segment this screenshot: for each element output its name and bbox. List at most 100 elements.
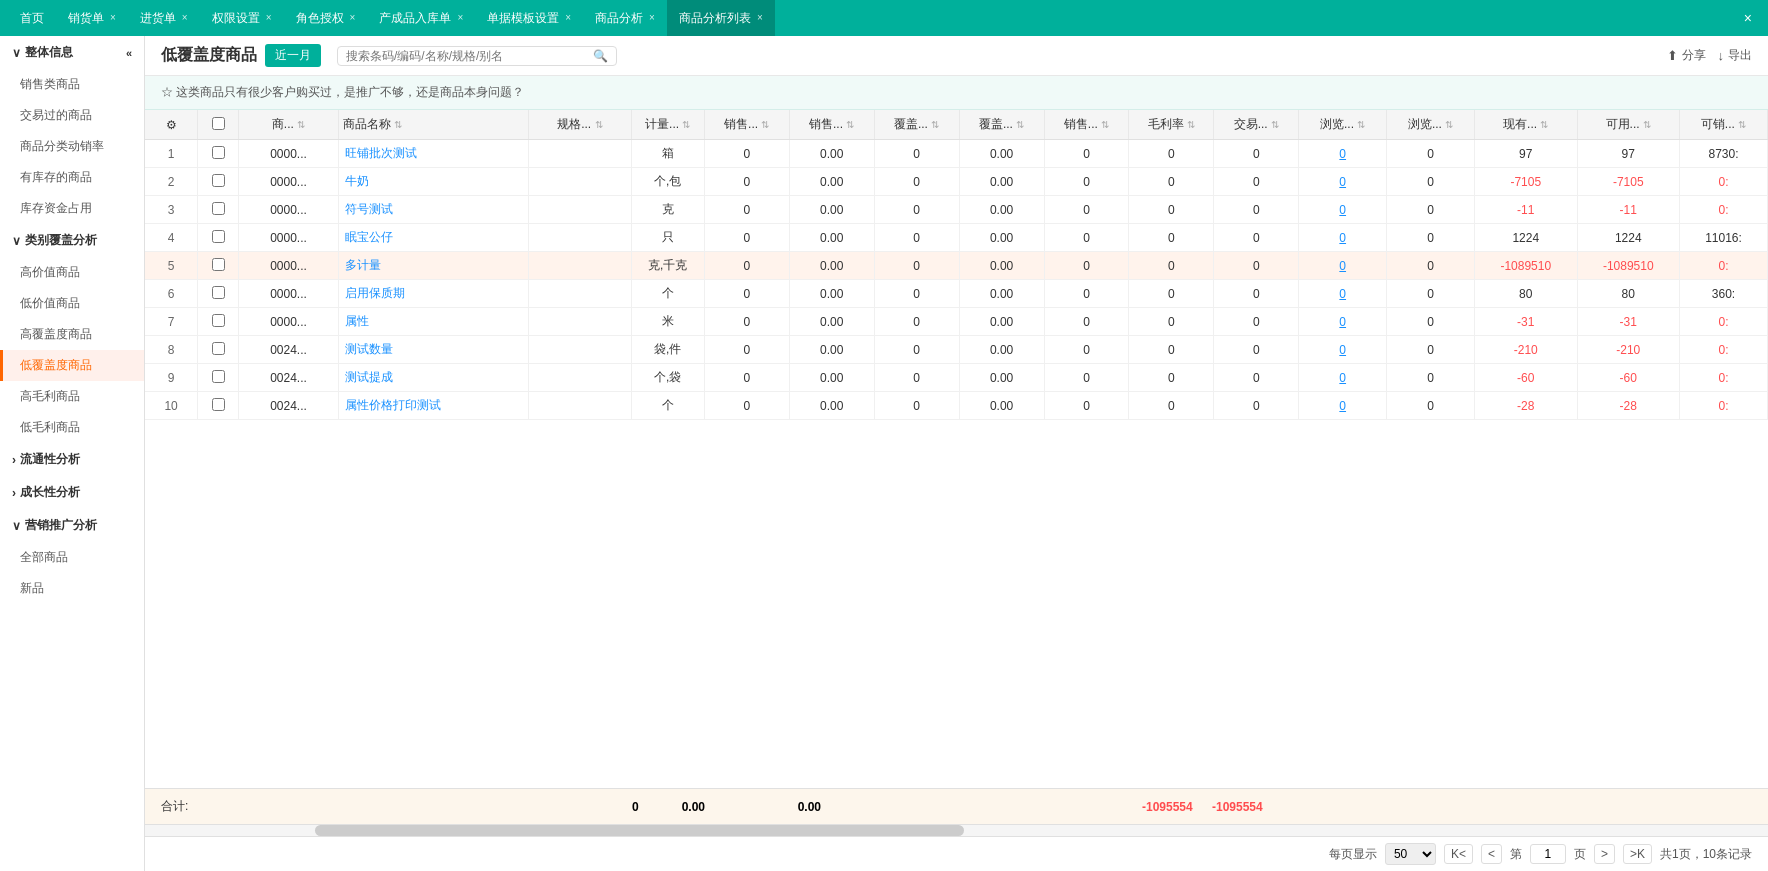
th-cov2[interactable]: 覆盖... ⇅: [959, 110, 1044, 140]
row-name[interactable]: 眠宝公仔: [338, 224, 528, 252]
sidebar-section-overall[interactable]: ∨ 整体信息 «: [0, 36, 144, 69]
row-checkbox[interactable]: [212, 370, 225, 383]
nav-close-sales[interactable]: ×: [110, 0, 116, 36]
sidebar-item-all-goods[interactable]: 全部商品: [0, 542, 144, 573]
row-browse1[interactable]: 0: [1299, 224, 1387, 252]
th-sale3[interactable]: 销售... ⇅: [1044, 110, 1129, 140]
nav-products[interactable]: 产成品入库单 ×: [367, 0, 475, 36]
th-unit[interactable]: 计量... ⇅: [631, 110, 704, 140]
row-name[interactable]: 属性价格打印测试: [338, 392, 528, 420]
sidebar-item-low-profit[interactable]: 低毛利商品: [0, 412, 144, 443]
sidebar-collapse-icon[interactable]: «: [126, 47, 132, 59]
th-sale-amt[interactable]: 销售... ⇅: [789, 110, 874, 140]
nav-close-purchase[interactable]: ×: [182, 0, 188, 36]
sidebar-item-traded[interactable]: 交易过的商品: [0, 100, 144, 131]
row-name[interactable]: 多计量: [338, 252, 528, 280]
row-name[interactable]: 测试数量: [338, 336, 528, 364]
row-name[interactable]: 测试提成: [338, 364, 528, 392]
sidebar-section-flow[interactable]: › 流通性分析: [0, 443, 144, 476]
nav-close-goods-analysis-list[interactable]: ×: [757, 0, 763, 36]
th-code[interactable]: 商... ⇅: [239, 110, 339, 140]
row-checkbox[interactable]: [212, 258, 225, 271]
first-page-button[interactable]: K<: [1444, 844, 1473, 864]
th-check[interactable]: [198, 110, 239, 140]
sidebar-item-dynamic[interactable]: 商品分类动销率: [0, 131, 144, 162]
sidebar-section-marketing[interactable]: ∨ 营销推广分析: [0, 509, 144, 542]
th-settings[interactable]: ⚙: [145, 110, 198, 140]
nav-goods-analysis-list[interactable]: 商品分析列表 ×: [667, 0, 775, 36]
row-name[interactable]: 牛奶: [338, 168, 528, 196]
row-checkbox[interactable]: [212, 342, 225, 355]
nav-permissions[interactable]: 权限设置 ×: [200, 0, 284, 36]
th-browse2[interactable]: 浏览... ⇅: [1387, 110, 1475, 140]
th-avail[interactable]: 可用... ⇅: [1577, 110, 1680, 140]
share-button[interactable]: ⬆ 分享: [1667, 47, 1706, 64]
nav-close-goods-analysis[interactable]: ×: [649, 0, 655, 36]
th-gross[interactable]: 毛利率 ⇅: [1129, 110, 1214, 140]
nav-close-permissions[interactable]: ×: [266, 0, 272, 36]
nav-roles[interactable]: 角色授权 ×: [284, 0, 368, 36]
nav-sales[interactable]: 销货单 ×: [56, 0, 128, 36]
last-page-button[interactable]: >K: [1623, 844, 1652, 864]
th-cov1[interactable]: 覆盖... ⇅: [874, 110, 959, 140]
row-name[interactable]: 旺铺批次测试: [338, 140, 528, 168]
th-spec[interactable]: 规格... ⇅: [529, 110, 632, 140]
row-browse1[interactable]: 0: [1299, 196, 1387, 224]
row-checkbox[interactable]: [212, 174, 225, 187]
row-name[interactable]: 符号测试: [338, 196, 528, 224]
row-browse1[interactable]: 0: [1299, 336, 1387, 364]
nav-close-templates[interactable]: ×: [565, 0, 571, 36]
search-icon[interactable]: 🔍: [593, 49, 608, 63]
page-number-input[interactable]: [1530, 844, 1566, 864]
sidebar-item-new-goods[interactable]: 新品: [0, 573, 144, 604]
search-input[interactable]: [346, 49, 589, 63]
next-page-button[interactable]: >: [1594, 844, 1615, 864]
nav-home[interactable]: 首页: [8, 0, 56, 36]
nav-close-products[interactable]: ×: [457, 0, 463, 36]
row-browse1[interactable]: 0: [1299, 140, 1387, 168]
row-index: 9: [145, 364, 198, 392]
sidebar-item-sales[interactable]: 销售类商品: [0, 69, 144, 100]
nav-goods-analysis[interactable]: 商品分析 ×: [583, 0, 667, 36]
row-checkbox[interactable]: [212, 146, 225, 159]
horizontal-scrollbar[interactable]: [145, 824, 1768, 836]
nav-templates[interactable]: 单据模板设置 ×: [475, 0, 583, 36]
row-checkbox[interactable]: [212, 398, 225, 411]
row-checkbox[interactable]: [212, 314, 225, 327]
th-browse1[interactable]: 浏览... ⇅: [1299, 110, 1387, 140]
sidebar-item-low-coverage[interactable]: 低覆盖度商品: [0, 350, 144, 381]
sidebar-item-high-coverage[interactable]: 高覆盖度商品: [0, 319, 144, 350]
page-size-select[interactable]: 50 100 200: [1385, 843, 1436, 865]
nav-close-roles[interactable]: ×: [350, 0, 356, 36]
row-browse1[interactable]: 0: [1299, 252, 1387, 280]
sidebar-section-growth[interactable]: › 成长性分析: [0, 476, 144, 509]
check-all[interactable]: [212, 117, 225, 130]
nav-purchase[interactable]: 进货单 ×: [128, 0, 200, 36]
th-current[interactable]: 现有... ⇅: [1475, 110, 1578, 140]
row-unit: 克: [631, 196, 704, 224]
sidebar-item-instock[interactable]: 有库存的商品: [0, 162, 144, 193]
sidebar-section-category[interactable]: ∨ 类别覆盖分析: [0, 224, 144, 257]
sidebar-item-high-profit[interactable]: 高毛利商品: [0, 381, 144, 412]
row-browse1[interactable]: 0: [1299, 168, 1387, 196]
prev-page-button[interactable]: <: [1481, 844, 1502, 864]
row-checkbox[interactable]: [212, 286, 225, 299]
row-browse1[interactable]: 0: [1299, 280, 1387, 308]
row-name[interactable]: 启用保质期: [338, 280, 528, 308]
sidebar-item-low-value[interactable]: 低价值商品: [0, 288, 144, 319]
row-browse1[interactable]: 0: [1299, 392, 1387, 420]
row-checkbox[interactable]: [212, 202, 225, 215]
th-name[interactable]: 商品名称 ⇅: [338, 110, 528, 140]
row-browse1[interactable]: 0: [1299, 308, 1387, 336]
row-name[interactable]: 属性: [338, 308, 528, 336]
row-checkbox[interactable]: [212, 230, 225, 243]
th-sale-qty[interactable]: 销售... ⇅: [704, 110, 789, 140]
row-browse1[interactable]: 0: [1299, 364, 1387, 392]
sidebar-item-capital[interactable]: 库存资金占用: [0, 193, 144, 224]
sidebar-item-high-value[interactable]: 高价值商品: [0, 257, 144, 288]
window-close-button[interactable]: ×: [1736, 10, 1760, 26]
th-saleable[interactable]: 可销... ⇅: [1680, 110, 1768, 140]
th-trade[interactable]: 交易... ⇅: [1214, 110, 1299, 140]
export-button[interactable]: ↓ 导出: [1718, 47, 1753, 64]
filter-recent-month-button[interactable]: 近一月: [265, 44, 321, 67]
